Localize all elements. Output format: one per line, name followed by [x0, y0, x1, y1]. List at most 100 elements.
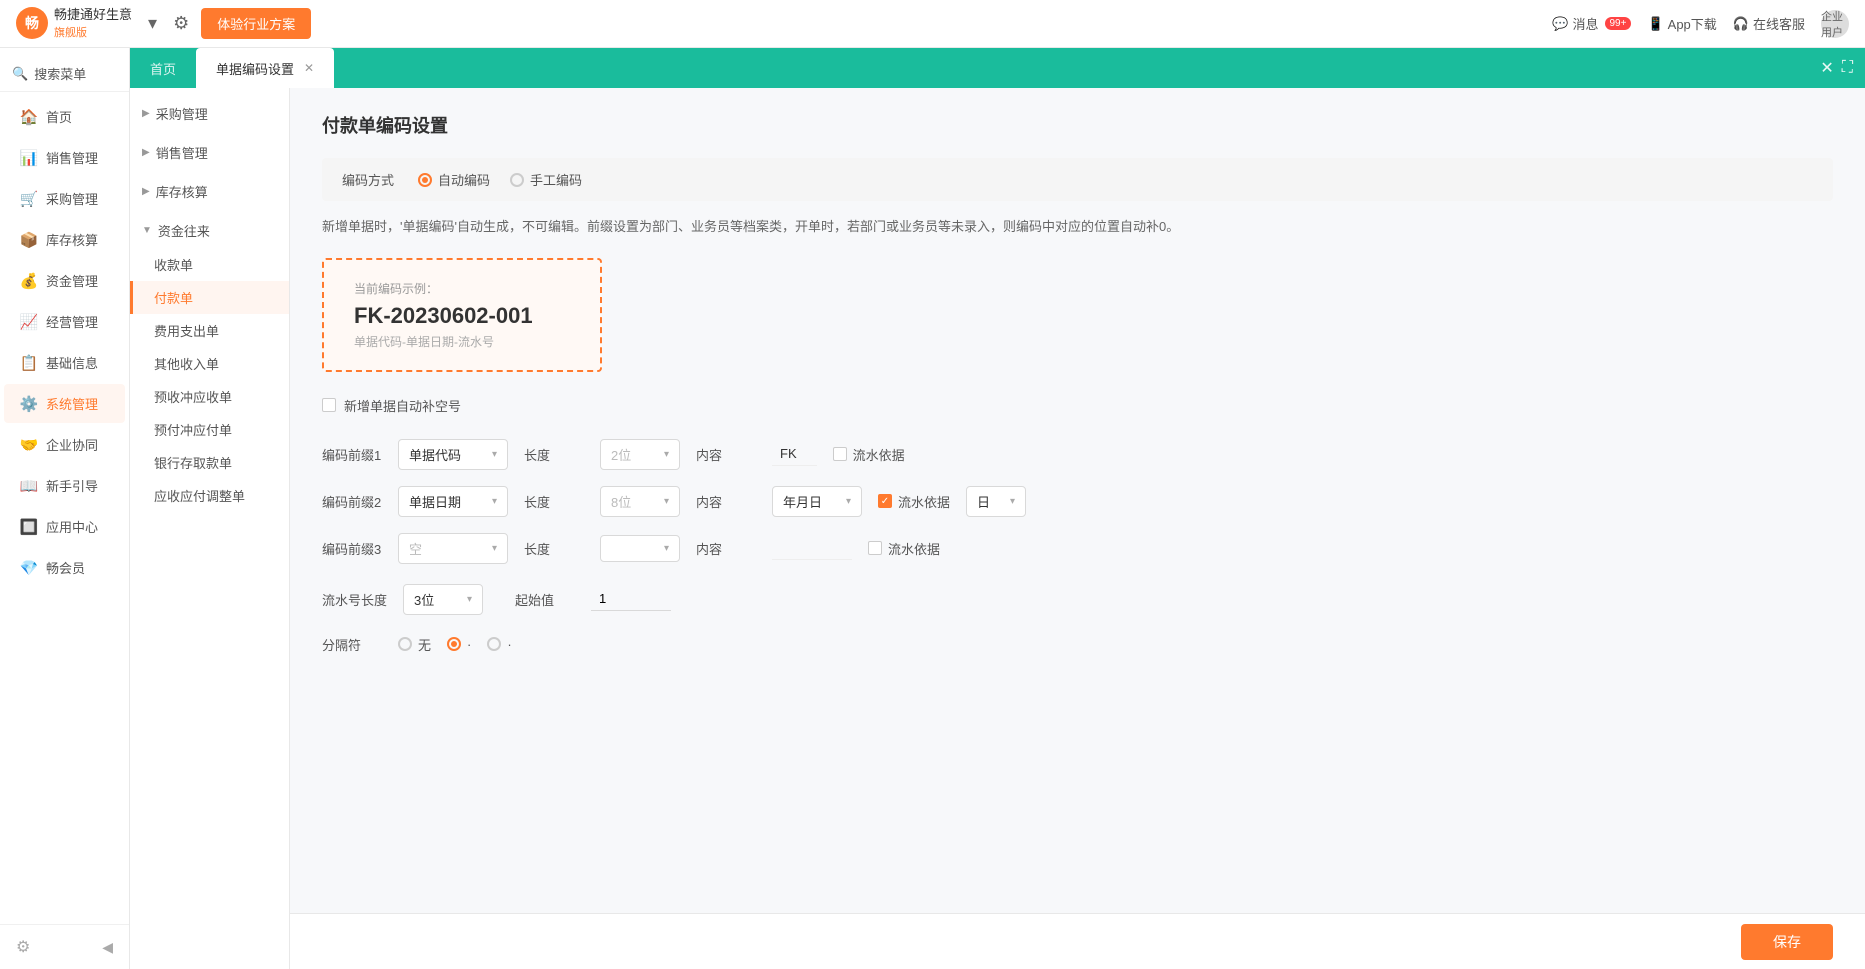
serial2-checkbox[interactable]: ✓: [878, 494, 892, 508]
sub-menu-item-receipt[interactable]: 收款单: [130, 248, 289, 281]
message-icon: 💬: [1552, 16, 1568, 32]
sub-menu-header-capital[interactable]: ▼ 资金往来: [130, 213, 289, 248]
serial1-checkbox-item: 流水依据: [833, 445, 905, 464]
prefix2-row: 编码前缀2 单据日期 ▾ 长度 8位 ▾ 内容: [322, 486, 1833, 517]
sidebar-item-enterprise[interactable]: 🤝 企业协同: [4, 425, 125, 464]
tab-home[interactable]: 首页: [130, 48, 196, 88]
settings-icon-btn[interactable]: ⚙: [169, 9, 193, 38]
sidebar-item-finance[interactable]: 💰 资金管理: [4, 261, 125, 300]
sidebar-item-inventory[interactable]: 📦 库存核算: [4, 220, 125, 259]
arrow-capital: ▼: [142, 225, 152, 236]
dropdown-btn[interactable]: ▾: [144, 9, 161, 38]
search-icon: 🔍: [12, 66, 28, 82]
prefix1-row: 编码前缀1 单据代码 ▾ 长度 2位 ▾ 内容 FK: [322, 439, 1833, 470]
encode-method-row: 编码方式 自动编码 手工编码: [322, 158, 1833, 201]
sidebar-item-appstore[interactable]: 🔲 应用中心: [4, 507, 125, 546]
content2-arrow: ▾: [846, 496, 851, 507]
length3-select[interactable]: ▾: [600, 535, 680, 562]
sales-icon: 📊: [20, 149, 38, 167]
sub-menu-item-payment[interactable]: 付款单: [130, 281, 289, 314]
logo-text: 畅捷通好生意 旗舰版: [54, 7, 132, 40]
prefix3-arrow: ▾: [492, 543, 497, 554]
top-bar-left: 畅 畅捷通好生意 旗舰版 ▾ ⚙ 体验行业方案: [16, 7, 311, 40]
sub-menu-item-advance-collect[interactable]: 预收冲应收单: [130, 380, 289, 413]
prefix3-row: 编码前缀3 空 ▾ 长度 ▾ 内容: [322, 533, 1833, 564]
prefix2-select[interactable]: 单据日期 ▾: [398, 486, 508, 517]
content1-value: FK: [772, 442, 817, 466]
sep-dot2-option[interactable]: ·: [487, 637, 511, 652]
auto-encode-radio[interactable]: 自动编码: [418, 170, 490, 189]
sub-menu-header-purchase[interactable]: ▶ 采购管理: [130, 96, 289, 131]
auto-encode-dot: [418, 173, 432, 187]
serial3-checkbox[interactable]: [868, 541, 882, 555]
sub-menu-group-capital: ▼ 资金往来 收款单 付款单 费用支出单 其他收入单: [130, 213, 289, 512]
form-rows: 编码前缀1 单据代码 ▾ 长度 2位 ▾ 内容 FK: [322, 439, 1833, 564]
content2-select[interactable]: 年月日 ▾: [772, 486, 862, 517]
search-menu[interactable]: 🔍 搜索菜单: [0, 56, 129, 92]
sidebar-bottom: ⚙ ◀: [0, 924, 129, 969]
sidebar-item-vip[interactable]: 💎 畅会员: [4, 548, 125, 587]
arrow-inventory: ▶: [142, 186, 150, 197]
radio-group: 自动编码 手工编码: [418, 170, 582, 189]
serial-length-select[interactable]: 3位 ▾: [403, 584, 483, 615]
purchase-icon: 🛒: [20, 190, 38, 208]
save-button[interactable]: 保存: [1741, 924, 1833, 960]
length3-arrow: ▾: [664, 543, 669, 554]
prefix1-arrow: ▾: [492, 449, 497, 460]
sidebar-item-sales[interactable]: 📊 销售管理: [4, 138, 125, 177]
settings-bottom-icon[interactable]: ⚙: [16, 937, 30, 957]
sep-none-dot: [398, 637, 412, 651]
tab-encode-settings[interactable]: 单据编码设置 ✕: [196, 48, 334, 88]
sidebar-item-basic[interactable]: 📋 基础信息: [4, 343, 125, 382]
serial2-checkbox-item: ✓ 流水依据: [878, 492, 950, 511]
sidebar-item-home[interactable]: 🏠 首页: [4, 97, 125, 136]
prefix3-select[interactable]: 空 ▾: [398, 533, 508, 564]
main-layout: 🔍 搜索菜单 🏠 首页 📊 销售管理 🛒 采购管理 📦 库存核算 💰 资金管理 …: [0, 48, 1865, 969]
user-avatar[interactable]: 企业用户: [1821, 10, 1849, 38]
code-preview: 当前编码示例： FK-20230602-001 单据代码-单据日期-流水号: [322, 258, 602, 372]
info-text: 新增单据时，'单据编码'自动生成，不可编辑。前缀设置为部门、业务员等档案类，开单…: [322, 217, 1833, 238]
system-icon: ⚙️: [20, 395, 38, 413]
app-download-action[interactable]: 📱 App下载: [1647, 14, 1716, 33]
arrow-purchase: ▶: [142, 108, 150, 119]
sub-menu-item-advance-pay[interactable]: 预付冲应付单: [130, 413, 289, 446]
length1-select[interactable]: 2位 ▾: [600, 439, 680, 470]
sidebar-item-guide[interactable]: 📖 新手引导: [4, 466, 125, 505]
sub-menu-item-expense[interactable]: 费用支出单: [130, 314, 289, 347]
prefix1-select[interactable]: 单据代码 ▾: [398, 439, 508, 470]
experience-btn[interactable]: 体验行业方案: [201, 8, 311, 39]
sep-dot-option[interactable]: ·: [447, 637, 471, 652]
sep-none-option[interactable]: 无: [398, 635, 431, 654]
length2-select[interactable]: 8位 ▾: [600, 486, 680, 517]
manual-encode-radio[interactable]: 手工编码: [510, 170, 582, 189]
serial2-period-select[interactable]: 日 ▾: [966, 486, 1026, 517]
sub-menu-item-bank-deposit[interactable]: 银行存取款单: [130, 446, 289, 479]
right-panel: 付款单编码设置 编码方式 自动编码 手工编码: [290, 88, 1865, 969]
separator-row: 分隔符 无 · ·: [322, 635, 1833, 654]
serial1-checkbox[interactable]: [833, 447, 847, 461]
sep-dot2-dot: [487, 637, 501, 651]
page-content: 付款单编码设置 编码方式 自动编码 手工编码: [290, 88, 1865, 913]
message-action[interactable]: 💬 消息 99+: [1552, 14, 1631, 33]
tab-close-icon[interactable]: ✕: [304, 61, 314, 75]
guide-icon: 📖: [20, 477, 38, 495]
sidebar-item-system[interactable]: ⚙️ 系统管理: [4, 384, 125, 423]
sub-menu-item-adjustment[interactable]: 应收应付调整单: [130, 479, 289, 512]
tab-close-all-icon[interactable]: ✕: [1820, 58, 1833, 78]
sub-menu-item-other-income[interactable]: 其他收入单: [130, 347, 289, 380]
service-action[interactable]: 🎧 在线客服: [1733, 14, 1805, 33]
operation-icon: 📈: [20, 313, 38, 331]
sub-menu-header-sales[interactable]: ▶ 销售管理: [130, 135, 289, 170]
collapse-icon[interactable]: ◀: [102, 939, 113, 956]
serial2-period-arrow: ▾: [1010, 496, 1015, 507]
sub-menu-header-inventory[interactable]: ▶ 库存核算: [130, 174, 289, 209]
tab-fullscreen-icon[interactable]: ⛶: [1842, 59, 1853, 77]
sidebar-item-purchase[interactable]: 🛒 采购管理: [4, 179, 125, 218]
finance-icon: 💰: [20, 272, 38, 290]
vip-icon: 💎: [20, 559, 38, 577]
page-footer: 保存: [290, 913, 1865, 969]
appstore-icon: 🔲: [20, 518, 38, 536]
start-value-input[interactable]: [591, 587, 671, 611]
sidebar-item-operation[interactable]: 📈 经营管理: [4, 302, 125, 341]
auto-fill-checkbox[interactable]: [322, 398, 336, 412]
